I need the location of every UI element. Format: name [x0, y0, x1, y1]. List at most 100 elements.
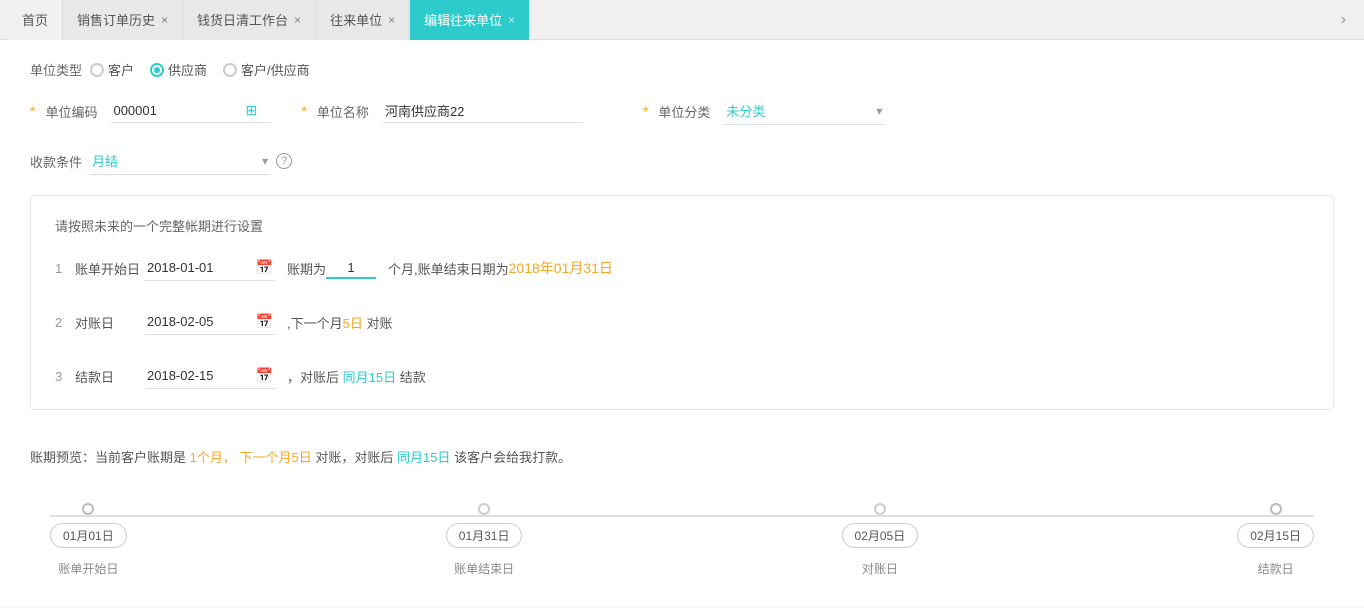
radio-customer[interactable]: 客户 [90, 60, 134, 79]
setting-period-unit: 个月,账单结束日期为 [388, 259, 509, 278]
unit-name-field: * 单位名称 [301, 99, 582, 123]
timeline-dot-2 [478, 503, 490, 515]
radio-supplier[interactable]: 供应商 [150, 60, 207, 79]
timeline-point-2: 01月31日 账单结束日 [446, 503, 523, 577]
timeline-label-2: 账单结束日 [454, 560, 514, 577]
timeline-label-1: 账单开始日 [58, 560, 118, 577]
settings-title: 请按照未来的一个完整帐期进行设置 [55, 216, 1309, 235]
preview-payment-date: 同月15日 [397, 450, 450, 465]
timeline-point-4: 02月15日 结款日 [1237, 503, 1314, 577]
setting-date-1-input[interactable] [147, 260, 256, 275]
setting-row-3: 3 结款日 📅 ，对账后 同月15日 结款 [55, 363, 1309, 389]
timeline-point-1: 01月01日 账单开始日 [50, 503, 127, 577]
preview-text-end: 该客户会给我打款。 [454, 450, 571, 465]
tab-cash-work-close[interactable]: × [294, 13, 301, 27]
preview-text: 账期预览：当前客户账期是 1个月， 下一个月5日 对账，对账后 同月15日 该客… [30, 446, 1334, 469]
unit-type-row: 单位类型 客户 供应商 客户/供应商 [30, 60, 1334, 79]
unit-category-label: 单位分类 [658, 102, 710, 121]
unit-code-input[interactable] [111, 99, 241, 122]
setting-date-1-cal-icon[interactable]: 📅 [256, 259, 273, 276]
setting-label-1: 账单开始日 [75, 259, 145, 278]
unit-code-input-group: ⊞ [111, 99, 271, 123]
preview-label: 账期预览：当前客户账期是 [30, 450, 190, 465]
timeline-dot-3 [874, 503, 886, 515]
setting-desc-3: ，对账后 同月15日 结款 [287, 367, 426, 386]
setting-number-3: 3 [55, 369, 75, 384]
timeline-label-3: 对账日 [862, 560, 898, 577]
unit-fields-row: * 单位编码 ⊞ * 单位名称 * 单位分类 未分类 ▾ [30, 97, 1334, 125]
unit-code-field: * 单位编码 ⊞ [30, 99, 271, 123]
setting-desc-1: 账期为 [287, 259, 326, 278]
unit-name-label: 单位名称 [317, 102, 369, 121]
setting-date-2: 📅 [145, 309, 275, 335]
setting-label-3: 结款日 [75, 367, 145, 386]
tabs-bar: 首页 销售订单历史 × 钱货日清工作台 × 往来单位 × 编辑往来单位 × › [0, 0, 1364, 40]
preview-text-middle: 对账，对账后 [315, 450, 397, 465]
unit-category-arrow: ▾ [876, 104, 882, 118]
timeline-dot-1 [82, 503, 94, 515]
payment-cond-help-icon[interactable]: ? [276, 153, 292, 169]
unit-code-copy-icon[interactable]: ⊞ [241, 102, 261, 119]
timeline-badge-1: 01月01日 [50, 523, 127, 548]
setting-label-2: 对账日 [75, 313, 145, 332]
payment-cond-row: 收款条件 月结 ▾ ? [30, 147, 1334, 175]
unit-name-star: * [301, 103, 306, 119]
unit-code-star: * [30, 103, 35, 119]
radio-supplier-circle [150, 63, 164, 77]
page-content: 单位类型 客户 供应商 客户/供应商 * 单位编码 ⊞ [0, 40, 1364, 607]
setting-date-2-input[interactable] [147, 314, 256, 329]
settings-box: 请按照未来的一个完整帐期进行设置 1 账单开始日 📅 账期为 个月,账单结束日期… [30, 195, 1334, 410]
timeline-badge-4: 02月15日 [1237, 523, 1314, 548]
tab-edit-partner[interactable]: 编辑往来单位 × [410, 0, 530, 40]
tab-partner-unit-label: 往来单位 [330, 10, 382, 29]
unit-code-label: 单位编码 [45, 102, 97, 121]
unit-category-field: * 单位分类 未分类 ▾ [643, 97, 884, 125]
setting-date-2-cal-icon[interactable]: 📅 [256, 313, 273, 330]
preview-section: 账期预览：当前客户账期是 1个月， 下一个月5日 对账，对账后 同月15日 该客… [30, 430, 1334, 587]
setting-date-1: 📅 [145, 255, 275, 281]
tab-more-arrow[interactable]: › [1331, 11, 1356, 29]
timeline-point-3: 02月05日 对账日 [842, 503, 919, 577]
setting-row-1: 1 账单开始日 📅 账期为 个月,账单结束日期为 2018年01月31日 [55, 255, 1309, 281]
unit-category-star: * [643, 103, 648, 119]
tab-home-label: 首页 [22, 10, 48, 29]
setting-desc-2: ,下一个月5日 对账 [287, 313, 392, 332]
tab-sales-history-close[interactable]: × [161, 13, 168, 27]
radio-customer-label: 客户 [108, 60, 134, 79]
payment-cond-select[interactable]: 月结 ▾ [90, 147, 270, 175]
setting-row-2: 2 对账日 📅 ,下一个月5日 对账 [55, 309, 1309, 335]
tab-cash-work-label: 钱货日清工作台 [197, 10, 288, 29]
radio-customer-circle [90, 63, 104, 77]
radio-both[interactable]: 客户/供应商 [223, 60, 310, 79]
unit-category-value: 未分类 [726, 101, 872, 120]
period-end-date: 2018年01月31日 [509, 258, 613, 278]
radio-supplier-label: 供应商 [168, 60, 207, 79]
setting-date-3-input[interactable] [147, 368, 256, 383]
unit-type-label: 单位类型 [30, 60, 82, 79]
tab-home[interactable]: 首页 [8, 0, 63, 40]
setting-number-2: 2 [55, 315, 75, 330]
preview-next-date: 下一个月5日 [239, 450, 311, 465]
unit-category-select[interactable]: 未分类 ▾ [724, 97, 884, 125]
payment-cond-value: 月结 [92, 151, 258, 170]
timeline-dot-4 [1270, 503, 1282, 515]
radio-both-circle [223, 63, 237, 77]
timeline-container: 01月01日 账单开始日 01月31日 账单结束日 02月05日 对账日 02月… [30, 493, 1334, 587]
tab-cash-work[interactable]: 钱货日清工作台 × [183, 0, 316, 40]
setting-date-3-cal-icon[interactable]: 📅 [256, 367, 273, 384]
preview-period: 1个月， [190, 450, 236, 465]
timeline-badge-3: 02月05日 [842, 523, 919, 548]
period-value-input[interactable] [326, 258, 376, 279]
radio-both-label: 客户/供应商 [241, 60, 310, 79]
timeline-points: 01月01日 账单开始日 01月31日 账单结束日 02月05日 对账日 02月… [50, 503, 1314, 577]
tab-partner-unit[interactable]: 往来单位 × [316, 0, 410, 40]
tab-edit-partner-close[interactable]: × [508, 13, 515, 27]
timeline-label-4: 结款日 [1258, 560, 1294, 577]
unit-type-radio-group: 客户 供应商 客户/供应商 [90, 60, 310, 79]
payment-cond-arrow: ▾ [262, 154, 268, 168]
payment-cond-label: 收款条件 [30, 152, 82, 171]
tab-edit-partner-label: 编辑往来单位 [424, 10, 502, 29]
unit-name-input[interactable] [383, 99, 583, 123]
tab-partner-unit-close[interactable]: × [388, 13, 395, 27]
tab-sales-history[interactable]: 销售订单历史 × [63, 0, 183, 40]
